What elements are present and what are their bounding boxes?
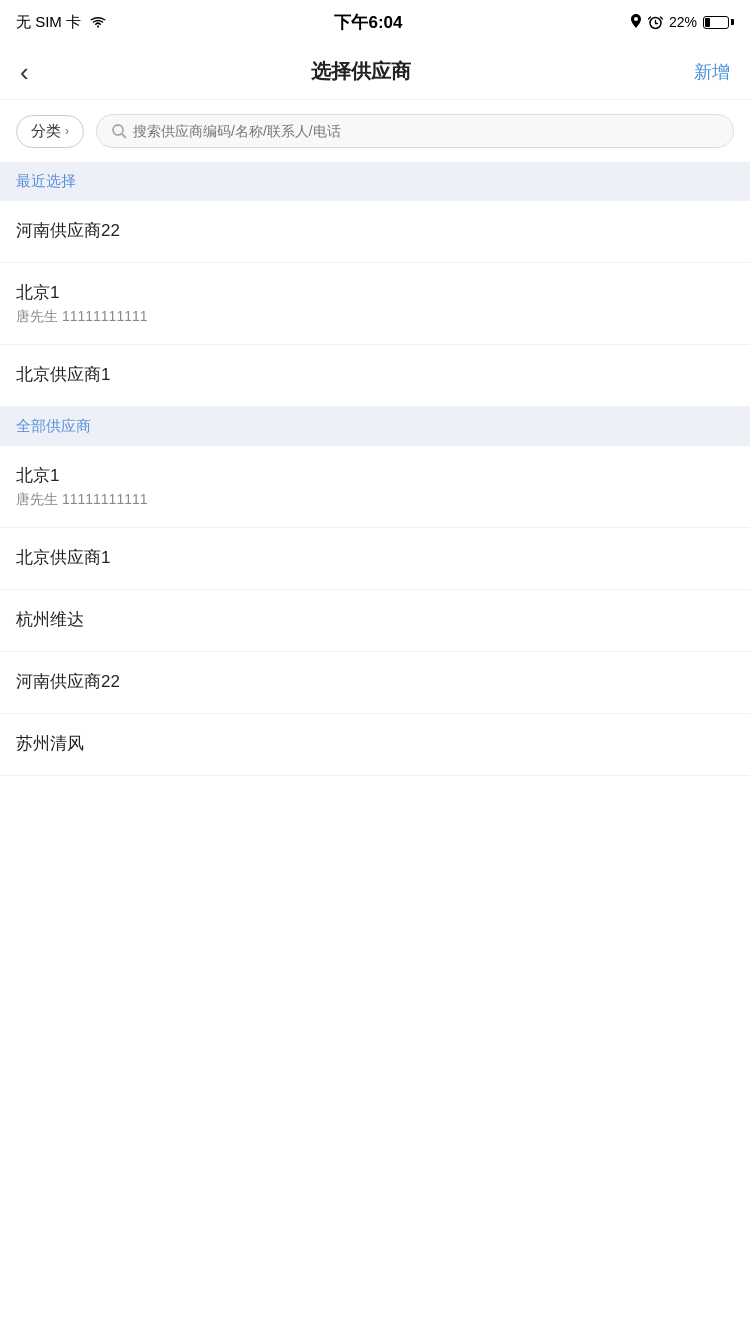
page-title: 选择供应商 (311, 58, 411, 85)
item-name: 北京供应商1 (16, 546, 734, 569)
item-name: 苏州清风 (16, 732, 734, 755)
section-header-all: 全部供应商 (0, 407, 750, 446)
search-box[interactable] (96, 114, 734, 148)
list-item[interactable]: 北京1 唐先生 11111111111 (0, 446, 750, 528)
supplier-list: 最近选择河南供应商22 北京1 唐先生 11111111111 北京供应商1 全部供应商… (0, 162, 750, 776)
item-name: 杭州维达 (16, 608, 734, 631)
alarm-icon (648, 15, 663, 30)
status-left: 无 SIM 卡 (16, 13, 107, 32)
list-item[interactable]: 河南供应商22 (0, 201, 750, 263)
list-item[interactable]: 北京1 唐先生 11111111111 (0, 263, 750, 345)
list-item[interactable]: 杭州维达 (0, 590, 750, 652)
item-name: 河南供应商22 (16, 219, 734, 242)
category-filter[interactable]: 分类 › (16, 115, 84, 148)
section-header-recent: 最近选择 (0, 162, 750, 201)
item-detail: 唐先生 11111111111 (16, 491, 734, 509)
wifi-icon (89, 15, 107, 29)
item-name: 河南供应商22 (16, 670, 734, 693)
back-button[interactable]: ‹ (20, 59, 29, 85)
item-detail: 唐先生 11111111111 (16, 308, 734, 326)
location-icon (630, 14, 642, 30)
list-item[interactable]: 北京供应商1 (0, 345, 750, 407)
search-icon (111, 123, 127, 139)
status-time: 下午6:04 (334, 11, 402, 34)
battery-percent: 22% (669, 14, 697, 30)
list-item[interactable]: 北京供应商1 (0, 528, 750, 590)
search-input[interactable] (133, 123, 719, 139)
nav-bar: ‹ 选择供应商 新增 (0, 44, 750, 100)
item-name: 北京1 (16, 464, 734, 487)
category-label: 分类 (31, 122, 61, 141)
add-button[interactable]: 新增 (694, 60, 730, 84)
chevron-icon: › (65, 124, 69, 138)
list-item[interactable]: 苏州清风 (0, 714, 750, 776)
list-item[interactable]: 河南供应商22 (0, 652, 750, 714)
item-name: 北京1 (16, 281, 734, 304)
status-bar: 无 SIM 卡 下午6:04 22% (0, 0, 750, 44)
filter-bar: 分类 › (0, 100, 750, 162)
status-right: 22% (630, 14, 734, 30)
no-sim-text: 无 SIM 卡 (16, 13, 81, 32)
item-name: 北京供应商1 (16, 363, 734, 386)
battery-icon (703, 16, 734, 29)
